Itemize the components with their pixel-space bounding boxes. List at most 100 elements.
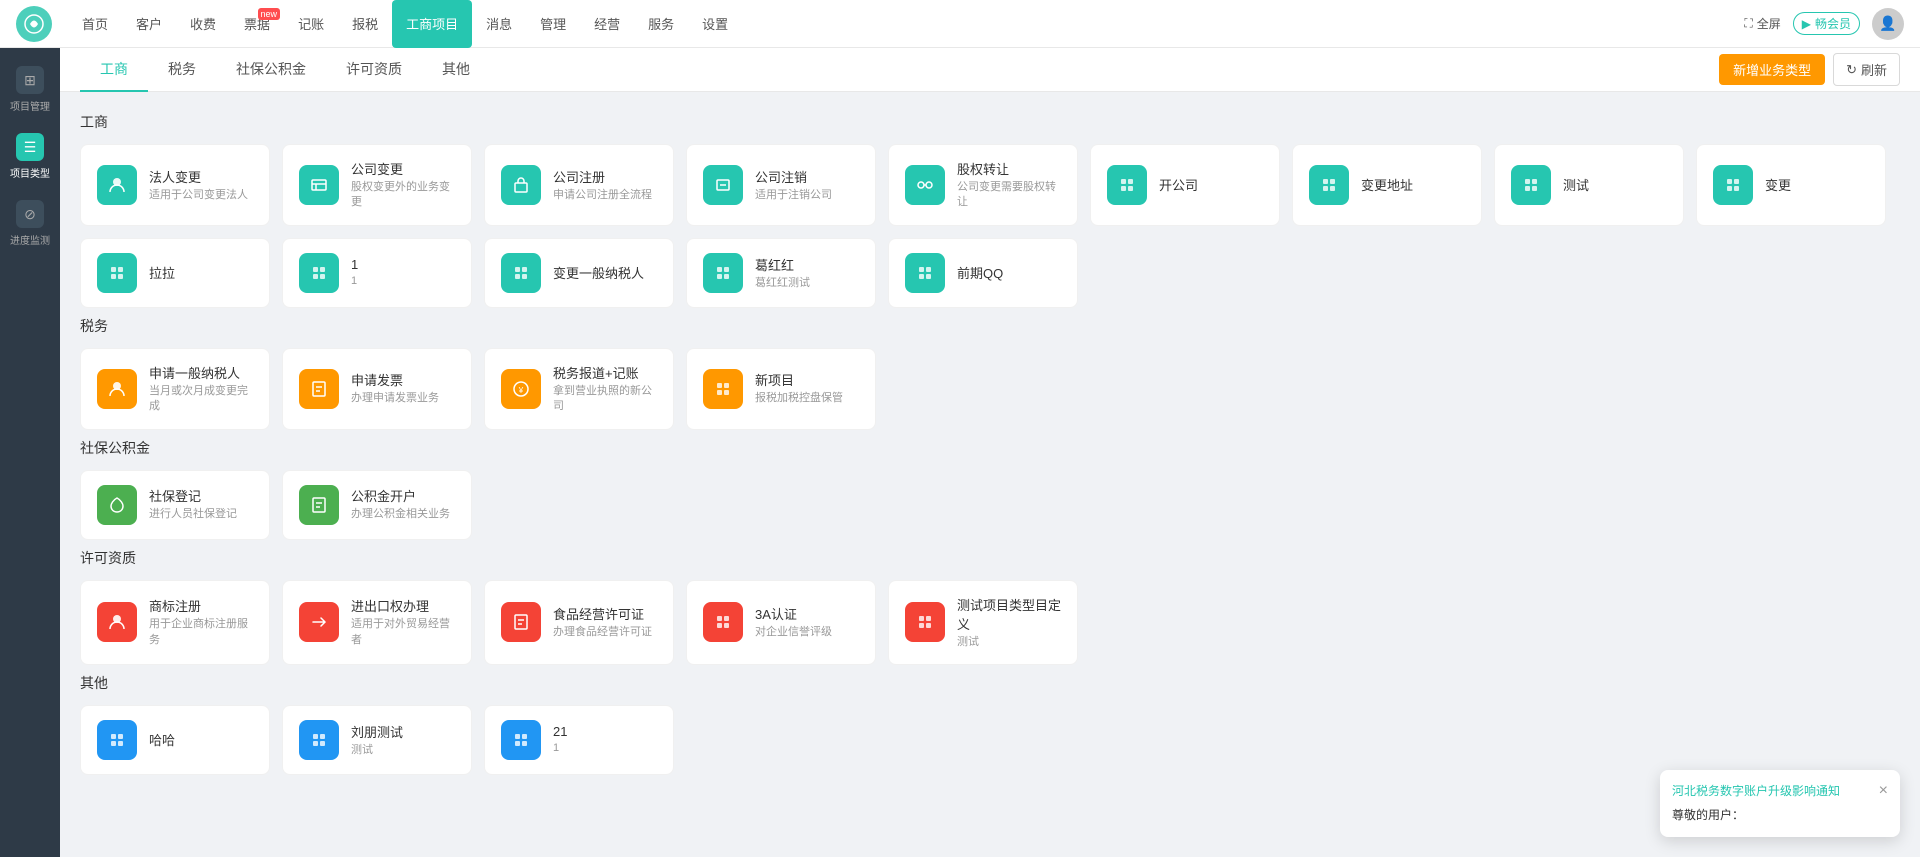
nav-item-billing[interactable]: 收费 xyxy=(176,0,230,48)
nav-item-tax[interactable]: 报税 xyxy=(338,0,392,48)
apply-invoice-desc: 办理申请发票业务 xyxy=(351,391,439,406)
company-register-text: 公司注册申请公司注册全流程 xyxy=(553,167,652,203)
service-card-social-register[interactable]: 社保登记进行人员社保登记 xyxy=(80,470,270,540)
3a-cert-title: 3A认证 xyxy=(755,604,832,623)
service-card-company-register[interactable]: 公司注册申请公司注册全流程 xyxy=(484,144,674,226)
twenty-one-text: 211 xyxy=(553,724,567,756)
twenty-one-desc: 1 xyxy=(553,741,567,756)
change-address-title: 变更地址 xyxy=(1361,175,1413,194)
change-text: 变更 xyxy=(1765,175,1791,194)
service-card-new-project[interactable]: 新项目报税加税控盘保管 xyxy=(686,348,876,430)
service-card-liupeng-test[interactable]: 刘朋测试测试 xyxy=(282,705,472,775)
service-card-change-address[interactable]: 变更地址 xyxy=(1292,144,1482,226)
chat-notification: 河北税务数字账户升级影响通知 × 尊敬的用户： xyxy=(1660,770,1900,837)
refresh-label: 刷新 xyxy=(1861,60,1887,79)
qianqi-qq-icon xyxy=(905,253,945,293)
service-card-company-cancel[interactable]: 公司注销适用于注销公司 xyxy=(686,144,876,226)
gehonghong-icon xyxy=(703,253,743,293)
service-card-fund-account[interactable]: 公积金开户办理公积金相关业务 xyxy=(282,470,472,540)
new-project-text: 新项目报税加税控盘保管 xyxy=(755,370,843,406)
sub-tab-other[interactable]: 其他 xyxy=(422,48,490,92)
service-card-company-change[interactable]: 公司变更股权变更外的业务变更 xyxy=(282,144,472,226)
equity-transfer-text: 股权转让公司变更需要股权转让 xyxy=(957,159,1061,211)
close-notification-button[interactable]: × xyxy=(1879,782,1888,800)
service-card-haha[interactable]: 哈哈 xyxy=(80,705,270,775)
open-company-title: 开公司 xyxy=(1159,175,1198,194)
3a-cert-icon xyxy=(703,602,743,642)
service-card-legal-change[interactable]: 法人变更适用于公司变更法人 xyxy=(80,144,270,226)
tax-report-account-desc: 拿到营业执照的新公司 xyxy=(553,384,657,415)
service-card-import-export[interactable]: 进出口权办理适用于对外贸易经营者 xyxy=(282,580,472,665)
service-card-change-taxpayer[interactable]: 变更一般纳税人 xyxy=(484,238,674,308)
top-nav: 首页客户收费票据new记账报税工商项目消息管理经营服务设置 ⛶ 全屏 ▶ 畅会员… xyxy=(0,0,1920,48)
avatar[interactable]: 👤 xyxy=(1872,8,1904,40)
company-change-desc: 股权变更外的业务变更 xyxy=(351,180,455,211)
service-card-tax-report-account[interactable]: ¥税务报道+记账拿到营业执照的新公司 xyxy=(484,348,674,430)
sub-tab-bizreg[interactable]: 工商 xyxy=(80,48,148,92)
sub-tab-tax[interactable]: 税务 xyxy=(148,48,216,92)
section-title-bizreg: 工商 xyxy=(80,112,1900,132)
card-grid-other: 哈哈 刘朋测试测试 211 xyxy=(80,705,1900,775)
sidebar-item-project-type[interactable]: ☰项目类型 xyxy=(0,123,60,190)
legal-change-title: 法人变更 xyxy=(149,167,248,186)
project-manage-icon: ⊞ xyxy=(16,66,44,94)
liupeng-test-text: 刘朋测试测试 xyxy=(351,722,403,758)
nav-item-operation[interactable]: 经营 xyxy=(580,0,634,48)
service-card-lala[interactable]: 拉拉 xyxy=(80,238,270,308)
service-card-trademark[interactable]: 商标注册用于企业商标注册服务 xyxy=(80,580,270,665)
new-type-button[interactable]: 新增业务类型 xyxy=(1719,54,1825,85)
trademark-title: 商标注册 xyxy=(149,596,253,615)
sub-tab-social-fund[interactable]: 社保公积金 xyxy=(216,48,326,92)
service-card-change[interactable]: 变更 xyxy=(1696,144,1886,226)
lala-title: 拉拉 xyxy=(149,263,175,282)
legal-change-desc: 适用于公司变更法人 xyxy=(149,188,248,203)
nav-item-service[interactable]: 服务 xyxy=(634,0,688,48)
social-register-text: 社保登记进行人员社保登记 xyxy=(149,486,237,522)
service-card-open-company[interactable]: 开公司 xyxy=(1090,144,1280,226)
service-card-one[interactable]: 11 xyxy=(282,238,472,308)
service-card-twenty-one[interactable]: 211 xyxy=(484,705,674,775)
refresh-button[interactable]: ↻ 刷新 xyxy=(1833,53,1900,86)
service-card-3a-cert[interactable]: 3A认证对企业信誉评级 xyxy=(686,580,876,665)
legal-change-text: 法人变更适用于公司变更法人 xyxy=(149,167,248,203)
project-type-icon: ☰ xyxy=(16,133,44,161)
sub-tab-permit[interactable]: 许可资质 xyxy=(326,48,422,92)
nav-item-home[interactable]: 首页 xyxy=(68,0,122,48)
service-card-test-type[interactable]: 测试项目类型目定义测试 xyxy=(888,580,1078,665)
service-card-qianqi-qq[interactable]: 前期QQ xyxy=(888,238,1078,308)
sidebar-item-project-manage[interactable]: ⊞项目管理 xyxy=(0,56,60,123)
notification-header: 河北税务数字账户升级影响通知 × xyxy=(1672,782,1888,800)
liupeng-test-desc: 测试 xyxy=(351,743,403,758)
company-change-text: 公司变更股权变更外的业务变更 xyxy=(351,159,455,211)
service-card-food-permit[interactable]: 食品经营许可证办理食品经营许可证 xyxy=(484,580,674,665)
section-title-tax: 税务 xyxy=(80,316,1900,336)
social-register-icon xyxy=(97,485,137,525)
nav-item-client[interactable]: 客户 xyxy=(122,0,176,48)
apply-invoice-text: 申请发票办理申请发票业务 xyxy=(351,370,439,406)
equity-transfer-desc: 公司变更需要股权转让 xyxy=(957,180,1061,211)
nav-item-ticket[interactable]: 票据new xyxy=(230,0,284,48)
content-body: 工商法人变更适用于公司变更法人 公司变更股权变更外的业务变更 公司注册申请公司注册全… xyxy=(60,92,1920,857)
nav-item-settings[interactable]: 设置 xyxy=(688,0,742,48)
trademark-desc: 用于企业商标注册服务 xyxy=(149,617,253,648)
service-card-apply-invoice[interactable]: 申请发票办理申请发票业务 xyxy=(282,348,472,430)
liupeng-test-icon xyxy=(299,720,339,760)
nav-item-bizproject[interactable]: 工商项目 xyxy=(392,0,472,48)
social-register-title: 社保登记 xyxy=(149,486,237,505)
company-change-title: 公司变更 xyxy=(351,159,455,178)
fullscreen-label: 全屏 xyxy=(1757,15,1781,32)
nav-item-manage[interactable]: 管理 xyxy=(526,0,580,48)
sidebar-item-progress-monitor[interactable]: ⊘进度监测 xyxy=(0,190,60,257)
service-card-test[interactable]: 测试 xyxy=(1494,144,1684,226)
haha-title: 哈哈 xyxy=(149,730,175,749)
member-button[interactable]: ▶ 畅会员 xyxy=(1793,12,1860,35)
fullscreen-button[interactable]: ⛶ 全屏 xyxy=(1744,15,1780,32)
nav-item-account[interactable]: 记账 xyxy=(284,0,338,48)
service-card-apply-taxpayer[interactable]: 申请一般纳税人当月或次月成变更完成 xyxy=(80,348,270,430)
service-card-equity-transfer[interactable]: 股权转让公司变更需要股权转让 xyxy=(888,144,1078,226)
nav-item-message[interactable]: 消息 xyxy=(472,0,526,48)
card-grid-bizreg: 法人变更适用于公司变更法人 公司变更股权变更外的业务变更 公司注册申请公司注册全流程… xyxy=(80,144,1900,308)
service-card-gehonghong[interactable]: 葛红红葛红红测试 xyxy=(686,238,876,308)
food-permit-title: 食品经营许可证 xyxy=(553,604,652,623)
company-cancel-text: 公司注销适用于注销公司 xyxy=(755,167,832,203)
